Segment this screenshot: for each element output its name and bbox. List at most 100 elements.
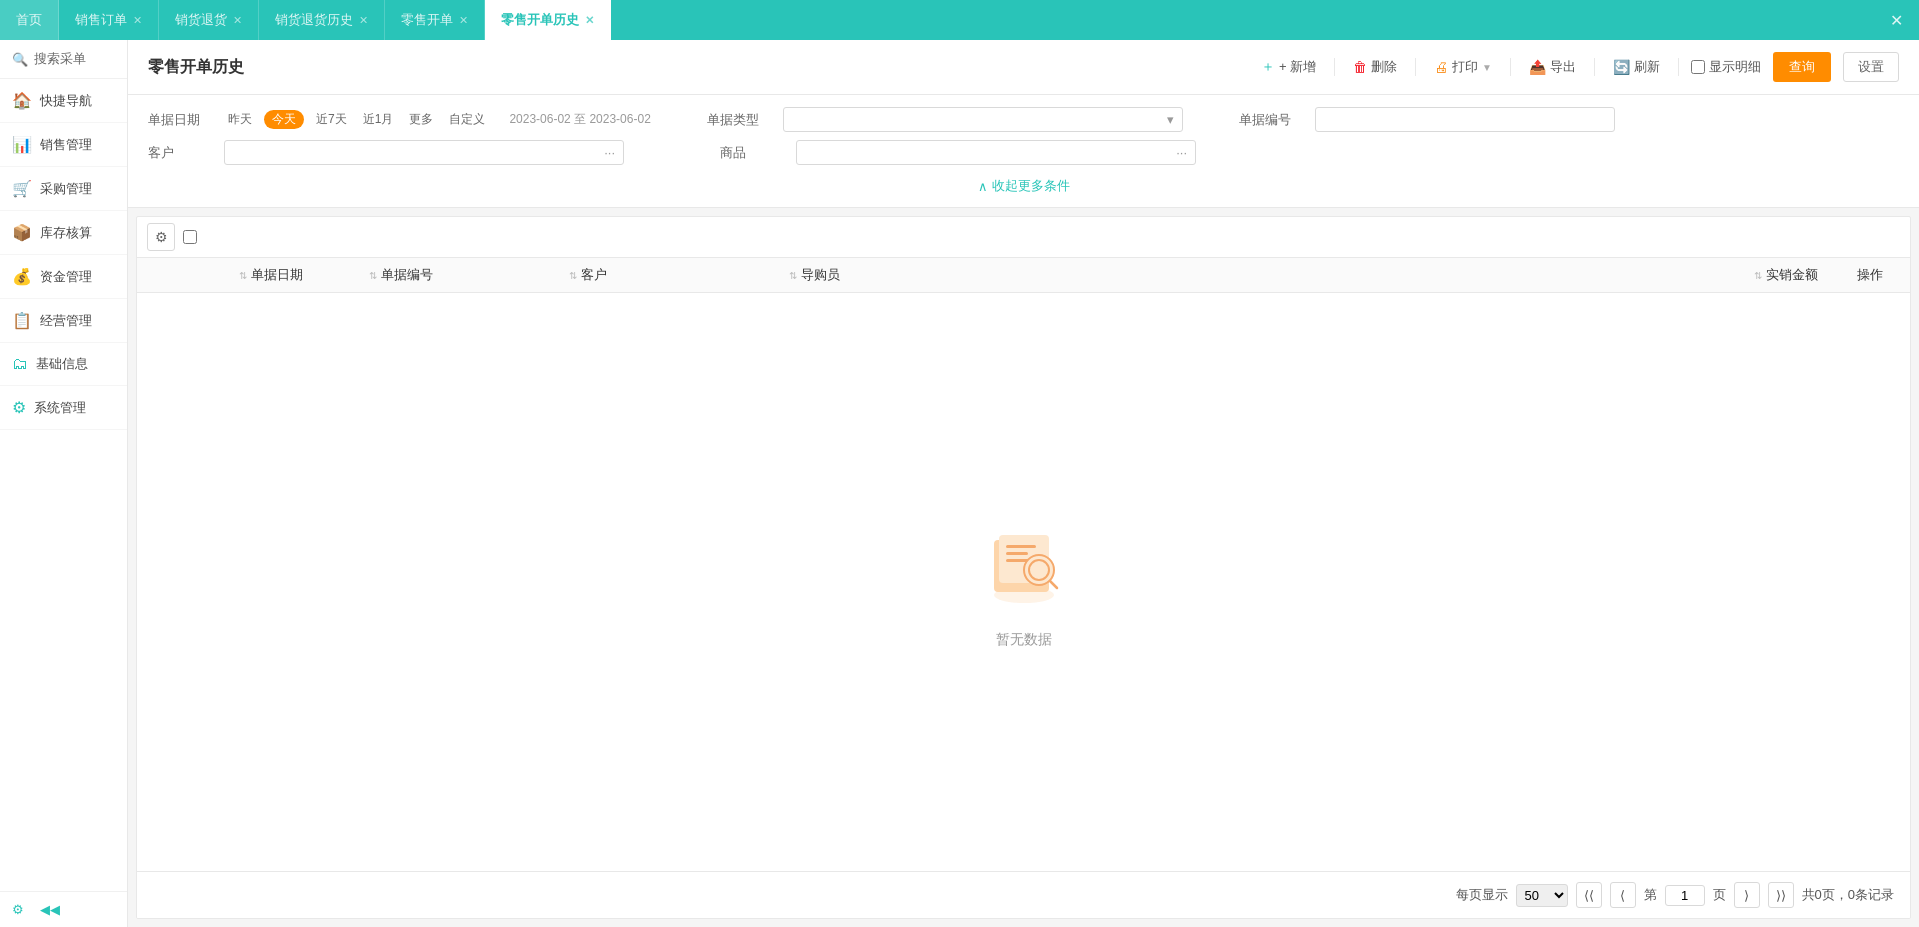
main-layout: 🔍 搜索采单 🏠 快捷导航 📊 销售管理 🛒 采购管理 📦 库存核算 💰 资金管… [0, 40, 1919, 927]
tab-sales-order[interactable]: 销售订单 ✕ [59, 0, 159, 40]
date-1month[interactable]: 近1月 [359, 110, 398, 129]
date-more[interactable]: 更多 [405, 110, 437, 129]
table-area: ⚙ ⇅ 单据日期 ⇅ 单据编号 ⇅ 客户 [136, 216, 1911, 919]
page-prev-button[interactable]: ⟨ [1610, 882, 1636, 908]
export-button[interactable]: 📤 导出 [1523, 54, 1582, 80]
tab-return[interactable]: 销货退货 ✕ [159, 0, 259, 40]
add-icon: ＋ [1261, 58, 1275, 76]
sidebar-item-purchase-label: 采购管理 [40, 180, 92, 198]
total-info: 共0页，0条记录 [1802, 886, 1894, 904]
goods-select[interactable]: ··· [796, 140, 1196, 165]
box-icon: 📦 [12, 223, 32, 242]
sidebar-search[interactable]: 🔍 搜索采单 [0, 40, 127, 79]
customer-select[interactable]: ··· [224, 140, 624, 165]
show-detail-checkbox[interactable]: 显示明细 [1691, 58, 1761, 76]
filter-area: 单据日期 昨天 今天 近7天 近1月 更多 自定义 2023-06-02 至 2… [128, 95, 1919, 208]
collapse-button[interactable]: ∧ 收起更多条件 [978, 177, 1070, 195]
th-amount[interactable]: ⇅ 实销金额 [1710, 266, 1830, 284]
date-today[interactable]: 今天 [264, 110, 304, 129]
collapse-icon[interactable]: ◀◀ [40, 902, 60, 917]
sidebar-item-finance-label: 资金管理 [40, 268, 92, 286]
page-title: 零售开单历史 [148, 57, 244, 78]
sidebar-item-purchase[interactable]: 🛒 采购管理 [0, 167, 127, 211]
th-num-label: 单据编号 [381, 266, 433, 284]
tab-retail-history[interactable]: 零售开单历史 ✕ [485, 0, 611, 40]
settings-button[interactable]: 设置 [1843, 52, 1899, 82]
export-icon: 📤 [1529, 59, 1546, 75]
cart-icon: 🛒 [12, 179, 32, 198]
num-label: 单据编号 [1239, 111, 1299, 129]
page-next-button[interactable]: ⟩ [1734, 882, 1760, 908]
th-date-label: 单据日期 [251, 266, 303, 284]
sidebar-item-operation[interactable]: 📋 经营管理 [0, 299, 127, 343]
sidebar-item-basic[interactable]: 🗂 基础信息 [0, 343, 127, 386]
tab-return-history-close[interactable]: ✕ [359, 14, 368, 27]
show-detail-label: 显示明细 [1709, 58, 1761, 76]
th-customer-label: 客户 [581, 266, 607, 284]
export-label: 导出 [1550, 58, 1576, 76]
th-guide[interactable]: ⇅ 导购员 [777, 266, 917, 284]
print-button[interactable]: 🖨 打印 ▼ [1428, 54, 1498, 80]
sidebar-item-inventory-label: 库存核算 [40, 224, 92, 242]
date-yesterday[interactable]: 昨天 [224, 110, 256, 129]
tab-return-history-label: 销货退货历史 [275, 11, 353, 29]
type-chevron-icon: ▾ [1167, 112, 1174, 127]
date-custom[interactable]: 自定义 [445, 110, 489, 129]
folder-icon: 🗂 [12, 355, 28, 373]
sidebar-item-quicknav-label: 快捷导航 [40, 92, 92, 110]
tab-return-label: 销货退货 [175, 11, 227, 29]
date-label: 单据日期 [148, 111, 208, 129]
sidebar-item-system[interactable]: ⚙ 系统管理 [0, 386, 127, 430]
tab-return-history[interactable]: 销货退货历史 ✕ [259, 0, 385, 40]
table-settings-button[interactable]: ⚙ [147, 223, 175, 251]
page-first-button[interactable]: ⟨⟨ [1576, 882, 1602, 908]
show-detail-check[interactable] [1691, 60, 1705, 74]
page-suffix: 页 [1713, 886, 1726, 904]
tab-return-close[interactable]: ✕ [233, 14, 242, 27]
search-icon: 🔍 [12, 52, 28, 67]
delete-button[interactable]: 🗑 删除 [1347, 54, 1403, 80]
type-select[interactable]: ▾ [783, 107, 1183, 132]
page-label: 第 [1644, 886, 1657, 904]
customer-dots: ··· [604, 145, 615, 160]
tab-sales-order-close[interactable]: ✕ [133, 14, 142, 27]
window-close-button[interactable]: ✕ [1874, 11, 1919, 30]
sidebar-item-quicknav[interactable]: 🏠 快捷导航 [0, 79, 127, 123]
refresh-button[interactable]: 🔄 刷新 [1607, 54, 1666, 80]
date-range-display: 2023-06-02 至 2023-06-02 [509, 111, 650, 128]
filter-row-2: 客户 ··· 商品 ··· [148, 140, 1899, 165]
sidebar-bottom: ⚙ ◀◀ [0, 891, 127, 927]
home-icon: 🏠 [12, 91, 32, 110]
th-date[interactable]: ⇅ 单据日期 [227, 266, 357, 284]
page-header: 零售开单历史 ＋ + 新增 🗑 删除 🖨 打印 ▼ [128, 40, 1919, 95]
add-label: + 新增 [1279, 58, 1316, 76]
tab-sales-order-label: 销售订单 [75, 11, 127, 29]
th-action: 操作 [1830, 266, 1910, 284]
add-button[interactable]: ＋ + 新增 [1255, 54, 1322, 80]
select-all-checkbox[interactable] [183, 230, 197, 244]
num-input[interactable] [1315, 107, 1615, 132]
th-customer[interactable]: ⇅ 客户 [557, 266, 777, 284]
th-num[interactable]: ⇅ 单据编号 [357, 266, 557, 284]
tab-retail-open-close[interactable]: ✕ [459, 14, 468, 27]
sidebar-item-sales[interactable]: 📊 销售管理 [0, 123, 127, 167]
per-page-select[interactable]: 50 100 200 [1516, 884, 1568, 907]
tab-retail-history-close[interactable]: ✕ [585, 14, 594, 27]
tab-retail-history-label: 零售开单历史 [501, 11, 579, 29]
page-number-input[interactable] [1665, 885, 1705, 906]
chevron-up-icon: ∧ [978, 179, 988, 194]
query-button[interactable]: 查询 [1773, 52, 1831, 82]
tab-home-label: 首页 [16, 11, 42, 29]
settings-bottom-icon[interactable]: ⚙ [12, 902, 24, 917]
date-7days[interactable]: 近7天 [312, 110, 351, 129]
sidebar-item-finance[interactable]: 💰 资金管理 [0, 255, 127, 299]
page-last-button[interactable]: ⟩⟩ [1768, 882, 1794, 908]
tab-retail-open[interactable]: 零售开单 ✕ [385, 0, 485, 40]
sidebar-item-inventory[interactable]: 📦 库存核算 [0, 211, 127, 255]
tab-home[interactable]: 首页 [0, 0, 59, 40]
delete-label: 删除 [1371, 58, 1397, 76]
print-icon: 🖨 [1434, 59, 1448, 75]
type-label: 单据类型 [707, 111, 767, 129]
gear-icon: ⚙ [12, 398, 26, 417]
refresh-label: 刷新 [1634, 58, 1660, 76]
